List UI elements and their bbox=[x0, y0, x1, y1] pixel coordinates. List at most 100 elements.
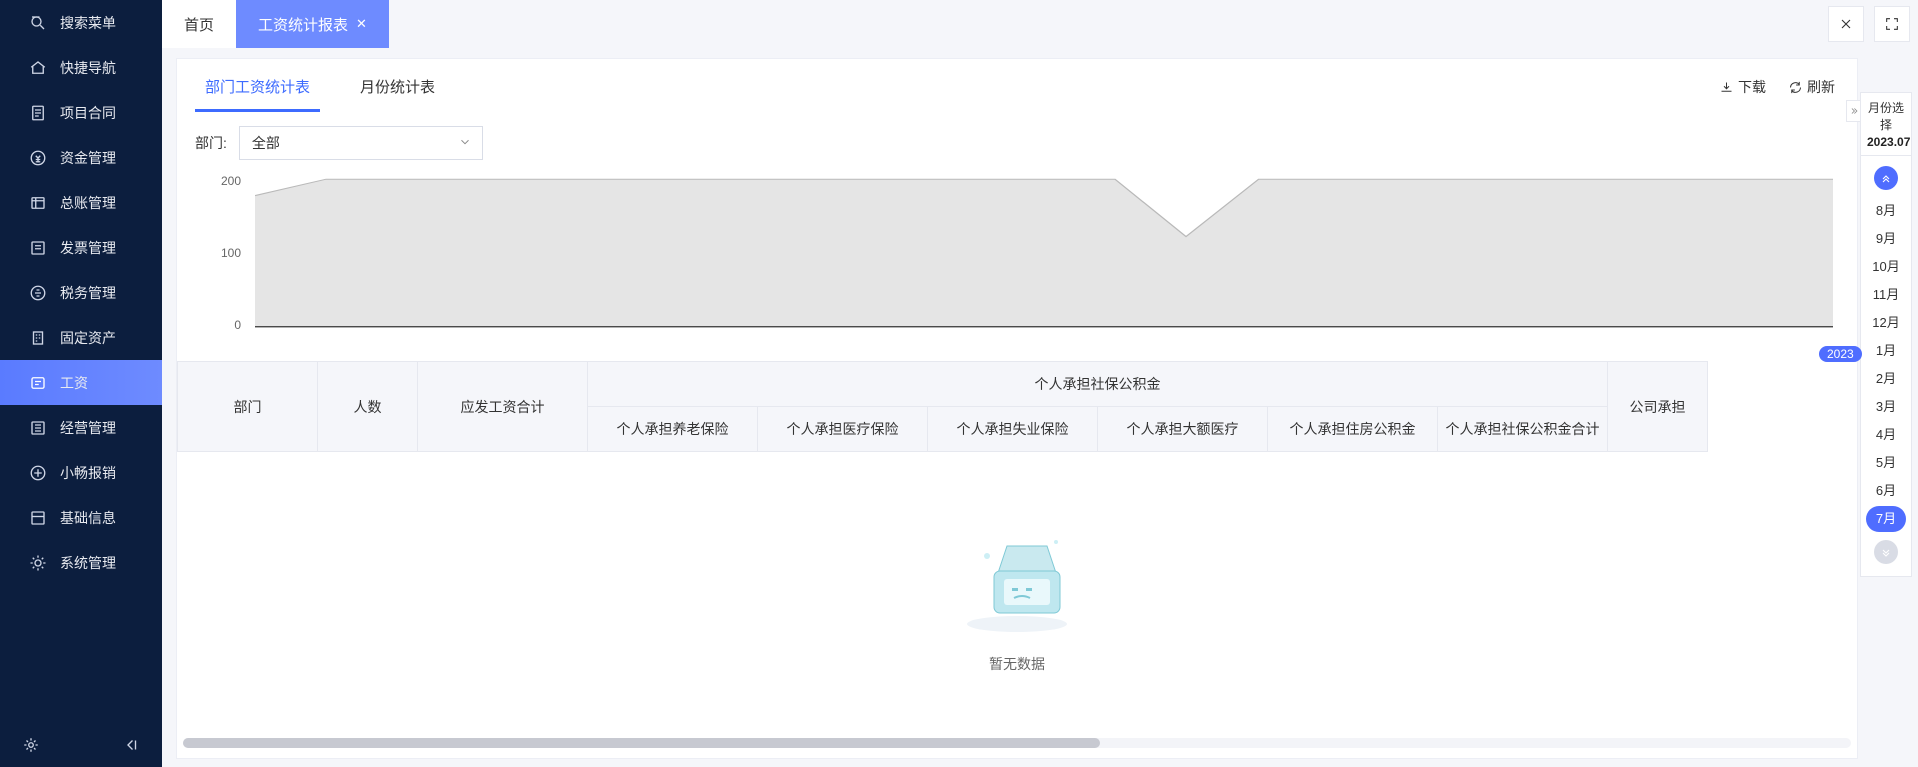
month-option[interactable]: 4月 bbox=[1866, 422, 1906, 448]
sidebar-item-biz[interactable]: 经营管理 bbox=[0, 405, 162, 450]
sidebar-item-quicknav[interactable]: 快捷导航 bbox=[0, 45, 162, 90]
building-icon bbox=[28, 328, 48, 348]
ledger-icon bbox=[28, 193, 48, 213]
th-g5: 个人承担住房公积金 bbox=[1268, 407, 1438, 452]
table-wrap: 部门 人数 应发工资合计 个人承担社保公积金 公司承担 个人承担养老保险 个人承… bbox=[177, 361, 1857, 758]
chevron-down-icon bbox=[458, 135, 472, 152]
sidebar-item-label: 总账管理 bbox=[60, 193, 116, 213]
sidebar-bottom bbox=[0, 728, 162, 767]
dept-select[interactable]: 全部 bbox=[239, 126, 483, 160]
sidebar-item-contract[interactable]: 项目合同 bbox=[0, 90, 162, 135]
chevron-right-double-icon bbox=[1849, 106, 1859, 116]
th-g6: 个人承担社保公积金合计 bbox=[1438, 407, 1608, 452]
sidebar-item-label: 资金管理 bbox=[60, 148, 116, 168]
refresh-label: 刷新 bbox=[1807, 77, 1835, 97]
empty-illustration bbox=[952, 516, 1082, 636]
settings-icon[interactable] bbox=[22, 736, 40, 757]
salary-chart: 200 100 0 bbox=[195, 171, 1839, 351]
contract-icon bbox=[28, 103, 48, 123]
dept-filter-label: 部门: bbox=[195, 133, 227, 153]
sidebar-item-asset[interactable]: 固定资产 bbox=[0, 315, 162, 360]
sidebar-item-ledger[interactable]: 总账管理 bbox=[0, 180, 162, 225]
month-picker-current: 2023.07 bbox=[1867, 135, 1905, 149]
month-option[interactable]: 5月 bbox=[1866, 450, 1906, 476]
month-option[interactable]: 2月 bbox=[1866, 366, 1906, 392]
chart-plot bbox=[255, 171, 1833, 335]
chart-ytick: 0 bbox=[234, 318, 241, 332]
inner-tab-month[interactable]: 月份统计表 bbox=[350, 62, 445, 112]
collapse-icon[interactable] bbox=[122, 736, 140, 757]
main: 首页 工资统计报表 ✕ 部门工资统计表 月份统计表 bbox=[162, 0, 1918, 767]
scrollbar-thumb[interactable] bbox=[183, 738, 1100, 748]
th-g4: 个人承担大额医疗 bbox=[1098, 407, 1268, 452]
inner-tab-label: 月份统计表 bbox=[360, 79, 435, 96]
inner-tab-dept[interactable]: 部门工资统计表 bbox=[195, 62, 320, 112]
sidebar-item-basic[interactable]: 基础信息 bbox=[0, 495, 162, 540]
month-picker-collapse[interactable] bbox=[1846, 100, 1860, 122]
refresh-button[interactable]: 刷新 bbox=[1788, 77, 1835, 97]
home-icon bbox=[28, 58, 48, 78]
dept-select-value: 全部 bbox=[252, 133, 280, 153]
download-button[interactable]: 下载 bbox=[1719, 77, 1766, 97]
month-option[interactable]: 3月 bbox=[1866, 394, 1906, 420]
biz-icon bbox=[28, 418, 48, 438]
system-icon bbox=[28, 553, 48, 573]
month-option[interactable]: 11月 bbox=[1866, 282, 1906, 308]
fullscreen-button[interactable] bbox=[1874, 6, 1910, 42]
tab-close-icon[interactable]: ✕ bbox=[356, 16, 367, 32]
empty-state: 暂无数据 bbox=[177, 452, 1857, 738]
sidebar-item-label: 基础信息 bbox=[60, 508, 116, 528]
month-option[interactable]: 10月 bbox=[1866, 254, 1906, 280]
tab-bar: 首页 工资统计报表 ✕ bbox=[162, 0, 1918, 48]
sidebar-item-tax[interactable]: 税务管理 bbox=[0, 270, 162, 315]
tax-icon bbox=[28, 283, 48, 303]
sidebar-items: 搜索菜单 快捷导航 项目合同 资金管理 总账管理 发票管理 bbox=[0, 0, 162, 728]
th-company: 公司承担 bbox=[1608, 362, 1708, 452]
card-actions: 下载 刷新 bbox=[1719, 77, 1835, 97]
sidebar-item-label: 固定资产 bbox=[60, 328, 116, 348]
month-option[interactable]: 7月 bbox=[1866, 506, 1906, 532]
app-root: 搜索菜单 快捷导航 项目合同 资金管理 总账管理 发票管理 bbox=[0, 0, 1918, 767]
sidebar-item-label: 经营管理 bbox=[60, 418, 116, 438]
chart-y-axis: 200 100 0 bbox=[195, 171, 251, 335]
month-option[interactable]: 9月 bbox=[1866, 226, 1906, 252]
sidebar-item-label: 工资 bbox=[60, 373, 88, 393]
refresh-icon bbox=[1788, 80, 1803, 95]
sidebar-item-salary[interactable]: 工资 bbox=[0, 360, 162, 405]
close-all-button[interactable] bbox=[1828, 6, 1864, 42]
download-label: 下载 bbox=[1738, 77, 1766, 97]
sidebar-item-label: 税务管理 bbox=[60, 283, 116, 303]
th-dept: 部门 bbox=[178, 362, 318, 452]
tab-home[interactable]: 首页 bbox=[162, 0, 236, 48]
month-picker-body: 8月 9月 10月 11月 12月 2023 1月 2月 3月 4月 5月 6月… bbox=[1860, 156, 1912, 577]
month-scroll-down[interactable] bbox=[1874, 540, 1898, 564]
sidebar-item-label: 搜索菜单 bbox=[60, 13, 116, 33]
filter-row: 部门: 全部 bbox=[177, 115, 1857, 171]
month-option[interactable]: 1月 bbox=[1866, 338, 1906, 364]
chart-ytick: 100 bbox=[221, 246, 241, 260]
month-picker-title: 月份选择 bbox=[1867, 99, 1905, 133]
empty-text: 暂无数据 bbox=[989, 654, 1045, 674]
sidebar: 搜索菜单 快捷导航 项目合同 资金管理 总账管理 发票管理 bbox=[0, 0, 162, 767]
content-card: 部门工资统计表 月份统计表 下载 刷新 部门: bbox=[176, 58, 1858, 759]
sidebar-item-label: 小畅报销 bbox=[60, 463, 116, 483]
table-scroll: 部门 人数 应发工资合计 个人承担社保公积金 公司承担 个人承担养老保险 个人承… bbox=[177, 361, 1857, 452]
tab-tools bbox=[1828, 6, 1910, 42]
month-option[interactable]: 12月 bbox=[1866, 310, 1906, 336]
sidebar-item-search[interactable]: 搜索菜单 bbox=[0, 0, 162, 45]
horizontal-scrollbar[interactable] bbox=[183, 738, 1851, 748]
th-g2: 个人承担医疗保险 bbox=[758, 407, 928, 452]
sidebar-item-invoice[interactable]: 发票管理 bbox=[0, 225, 162, 270]
tab-salary-report[interactable]: 工资统计报表 ✕ bbox=[236, 0, 389, 48]
sidebar-item-system[interactable]: 系统管理 bbox=[0, 540, 162, 585]
th-group-personal: 个人承担社保公积金 bbox=[588, 362, 1608, 407]
month-picker: 月份选择 2023.07 8月 9月 10月 11月 12月 2023 1月 2… bbox=[1860, 92, 1912, 577]
tab-label: 工资统计报表 bbox=[258, 14, 348, 35]
th-g3: 个人承担失业保险 bbox=[928, 407, 1098, 452]
sidebar-item-funds[interactable]: 资金管理 bbox=[0, 135, 162, 180]
month-scroll-up[interactable] bbox=[1874, 166, 1898, 190]
month-option[interactable]: 6月 bbox=[1866, 478, 1906, 504]
sidebar-item-reimburse[interactable]: 小畅报销 bbox=[0, 450, 162, 495]
month-option[interactable]: 8月 bbox=[1866, 198, 1906, 224]
sidebar-item-label: 项目合同 bbox=[60, 103, 116, 123]
